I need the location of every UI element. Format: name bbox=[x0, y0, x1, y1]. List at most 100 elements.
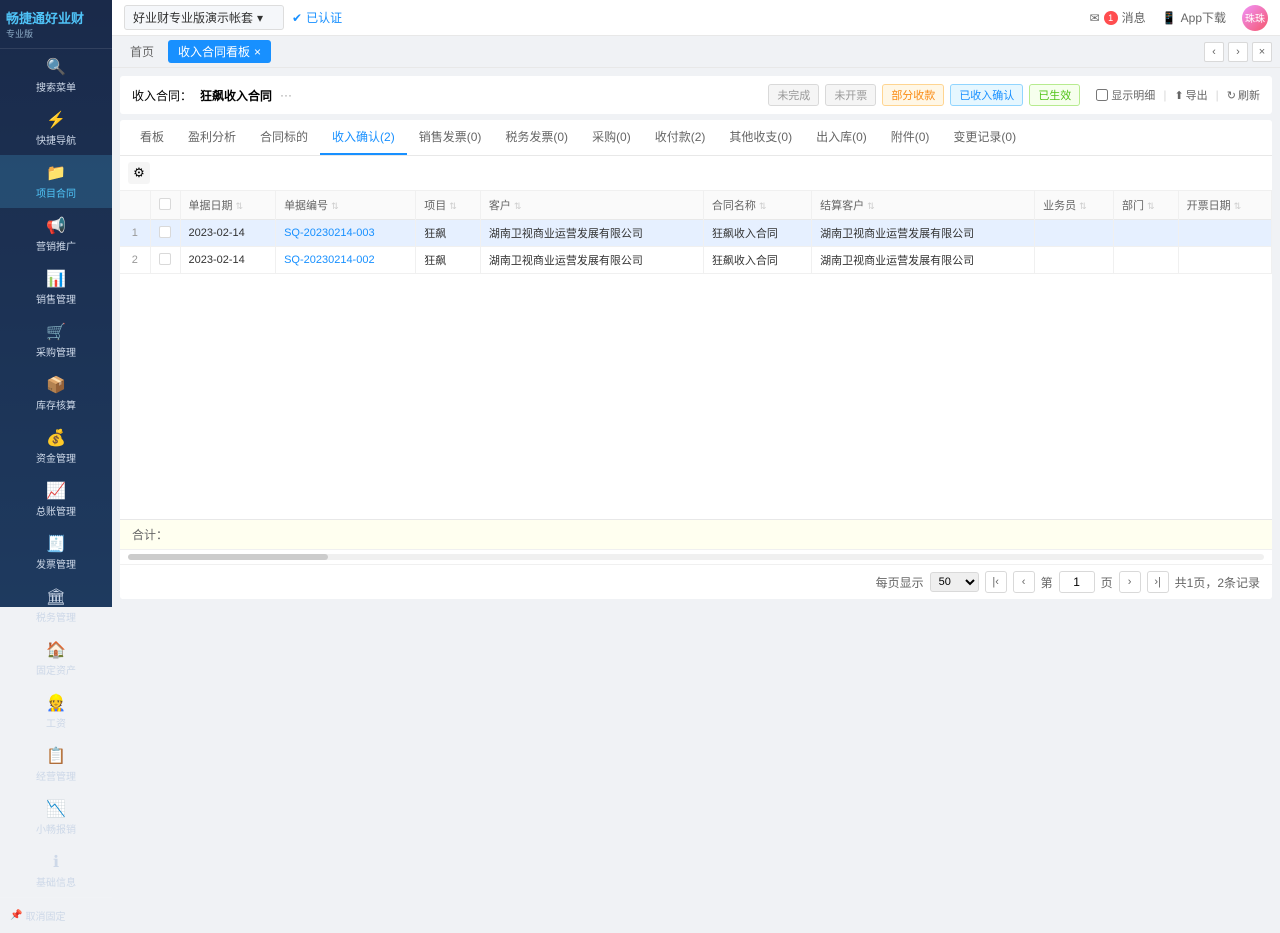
horizontal-scrollbar[interactable] bbox=[120, 549, 1272, 564]
status-tag-4[interactable]: 已生效 bbox=[1029, 84, 1080, 106]
row-code-link[interactable]: SQ-20230214-003 bbox=[284, 227, 375, 239]
status-tag-3[interactable]: 已收入确认 bbox=[950, 84, 1023, 106]
subtab-0[interactable]: 看板 bbox=[128, 120, 176, 155]
subtab-11[interactable]: 变更记录(0) bbox=[941, 120, 1028, 155]
col-settle-customer[interactable]: 结算客户 bbox=[812, 191, 1035, 220]
settings-icon[interactable]: ⚙ bbox=[128, 162, 150, 184]
table-wrapper: 看板盈利分析合同标的收入确认(2)销售发票(0)税务发票(0)采购(0)收付款(… bbox=[120, 120, 1272, 599]
col-invoice-date[interactable]: 开票日期 bbox=[1178, 191, 1271, 220]
app-subtitle: 专业版 bbox=[6, 27, 106, 40]
col-contract-name[interactable]: 合同名称 bbox=[703, 191, 811, 220]
sidebar-icon-13: 📋 bbox=[46, 746, 66, 766]
subtab-6[interactable]: 采购(0) bbox=[580, 120, 643, 155]
tabbar: 首页 收入合同看板 × ‹ › × bbox=[112, 36, 1280, 68]
tab-home[interactable]: 首页 bbox=[120, 39, 164, 64]
subtab-5[interactable]: 税务发票(0) bbox=[493, 120, 580, 155]
col-date[interactable]: 单据日期 bbox=[180, 191, 276, 220]
app-download-button[interactable]: 📱 App下载 bbox=[1162, 9, 1226, 26]
col-salesperson[interactable]: 业务员 bbox=[1035, 191, 1114, 220]
scrollbar-thumb[interactable] bbox=[128, 554, 328, 560]
show-detail-checkbox[interactable] bbox=[1096, 89, 1108, 101]
message-button[interactable]: ✉ 1 消息 bbox=[1090, 9, 1146, 26]
sidebar-item-10[interactable]: 🏛 税务管理 bbox=[0, 579, 112, 632]
table-row[interactable]: 1 2023-02-14 SQ-20230214-003 狂飙 湖南卫视商业运营… bbox=[120, 220, 1272, 247]
sidebar-item-0[interactable]: 🔍 搜索菜单 bbox=[0, 49, 112, 102]
contract-prefix: 收入合同： bbox=[132, 87, 192, 104]
sidebar-label-1: 快捷导航 bbox=[36, 132, 76, 147]
next-page-btn[interactable]: › bbox=[1119, 571, 1141, 593]
row-checkbox-1[interactable] bbox=[159, 253, 171, 265]
row-department bbox=[1114, 220, 1179, 247]
col-customer[interactable]: 客户 bbox=[480, 191, 703, 220]
tab-nav: ‹ › × bbox=[1204, 42, 1272, 62]
sidebar-icon-6: 📦 bbox=[46, 375, 66, 395]
sidebar-item-1[interactable]: ⚡ 快捷导航 bbox=[0, 102, 112, 155]
status-tag-0[interactable]: 未完成 bbox=[768, 84, 819, 106]
prev-page-btn[interactable]: ‹ bbox=[1013, 571, 1035, 593]
table-scroll-area[interactable]: 单据日期 单据编号 项目 客户 合同名称 结算客户 业务员 部门 开票日期 1 bbox=[120, 191, 1272, 519]
first-page-btn[interactable]: |‹ bbox=[985, 571, 1007, 593]
row-contract-name: 狂飙收入合同 bbox=[703, 247, 811, 274]
row-code-link[interactable]: SQ-20230214-002 bbox=[284, 254, 375, 266]
user-profile[interactable]: 珠珠 bbox=[1242, 5, 1268, 31]
subtab-10[interactable]: 附件(0) bbox=[879, 120, 942, 155]
sidebar-item-7[interactable]: 💰 资金管理 bbox=[0, 420, 112, 473]
nav-close[interactable]: × bbox=[1252, 42, 1272, 62]
sidebar-item-5[interactable]: 🛒 采购管理 bbox=[0, 314, 112, 367]
row-customer: 湖南卫视商业运营发展有限公司 bbox=[480, 247, 703, 274]
last-page-btn[interactable]: ›| bbox=[1147, 571, 1169, 593]
tab-close-icon[interactable]: × bbox=[254, 45, 261, 59]
row-settle-customer: 湖南卫视商业运营发展有限公司 bbox=[812, 220, 1035, 247]
status-tag-2[interactable]: 部分收款 bbox=[882, 84, 944, 106]
sidebar-icon-5: 🛒 bbox=[46, 322, 66, 342]
export-button[interactable]: ⬆ 导出 bbox=[1174, 87, 1207, 103]
table-row[interactable]: 2 2023-02-14 SQ-20230214-002 狂飙 湖南卫视商业运营… bbox=[120, 247, 1272, 274]
sidebar-item-8[interactable]: 📈 总账管理 bbox=[0, 473, 112, 526]
nav-next[interactable]: › bbox=[1228, 42, 1248, 62]
subtab-9[interactable]: 出入库(0) bbox=[804, 120, 879, 155]
row-checkbox-0[interactable] bbox=[159, 226, 171, 238]
account-selector[interactable]: 好业财专业版演示帐套 ▾ bbox=[124, 5, 284, 30]
subtab-4[interactable]: 销售发票(0) bbox=[407, 120, 494, 155]
sidebar-item-13[interactable]: 📋 经营管理 bbox=[0, 738, 112, 791]
sidebar-item-2[interactable]: 📁 项目合同 bbox=[0, 155, 112, 208]
sidebar-item-9[interactable]: 🧾 发票管理 bbox=[0, 526, 112, 579]
sidebar-item-15[interactable]: ℹ 基础信息 bbox=[0, 844, 112, 897]
refresh-button[interactable]: ↻ 刷新 bbox=[1227, 87, 1260, 103]
sidebar-label-8: 总账管理 bbox=[36, 503, 76, 518]
sidebar-item-4[interactable]: 📊 销售管理 bbox=[0, 261, 112, 314]
more-icon[interactable]: ··· bbox=[280, 88, 292, 102]
tab-active[interactable]: 收入合同看板 × bbox=[168, 40, 271, 63]
nav-prev[interactable]: ‹ bbox=[1204, 42, 1224, 62]
select-all-checkbox[interactable] bbox=[159, 198, 171, 210]
row-code: SQ-20230214-003 bbox=[276, 220, 416, 247]
sidebar-item-3[interactable]: 📢 营销推广 bbox=[0, 208, 112, 261]
row-invoice-date bbox=[1178, 220, 1271, 247]
sidebar-label-12: 工资 bbox=[46, 715, 66, 730]
sidebar: 畅捷通好业财 专业版 🔍 搜索菜单 ⚡ 快捷导航 📁 项目合同 📢 营销推广 📊… bbox=[0, 0, 112, 607]
per-page-select[interactable]: 20 50 100 bbox=[930, 572, 979, 592]
sidebar-item-6[interactable]: 📦 库存核算 bbox=[0, 367, 112, 420]
col-department[interactable]: 部门 bbox=[1114, 191, 1179, 220]
chevron-down-icon: ▾ bbox=[257, 11, 263, 25]
subtab-8[interactable]: 其他收支(0) bbox=[717, 120, 804, 155]
sidebar-item-12[interactable]: 👷 工资 bbox=[0, 685, 112, 738]
page-input[interactable] bbox=[1059, 571, 1095, 593]
sidebar-logo: 畅捷通好业财 专业版 bbox=[0, 0, 112, 49]
subtab-2[interactable]: 合同标的 bbox=[248, 120, 320, 155]
export-label: 导出 bbox=[1186, 87, 1208, 103]
subtab-7[interactable]: 收付款(2) bbox=[643, 120, 718, 155]
unpin-button[interactable]: 📌 取消固定 bbox=[6, 904, 69, 927]
status-tag-1[interactable]: 未开票 bbox=[825, 84, 876, 106]
row-project: 狂飙 bbox=[416, 247, 481, 274]
sidebar-item-14[interactable]: 📉 小畅报销 bbox=[0, 791, 112, 844]
main-area: 好业财专业版演示帐套 ▾ ✔ 已认证 ✉ 1 消息 📱 App下载 珠珠 bbox=[112, 0, 1280, 607]
row-num: 1 bbox=[120, 220, 150, 247]
header-actions: 显示明细 | ⬆ 导出 | ↻ 刷新 bbox=[1096, 87, 1260, 103]
col-project[interactable]: 项目 bbox=[416, 191, 481, 220]
subtab-1[interactable]: 盈利分析 bbox=[176, 120, 248, 155]
sidebar-item-11[interactable]: 🏠 固定资产 bbox=[0, 632, 112, 685]
subtab-3[interactable]: 收入确认(2) bbox=[320, 120, 407, 155]
col-code[interactable]: 单据编号 bbox=[276, 191, 416, 220]
show-detail-toggle[interactable]: 显示明细 bbox=[1096, 87, 1155, 103]
